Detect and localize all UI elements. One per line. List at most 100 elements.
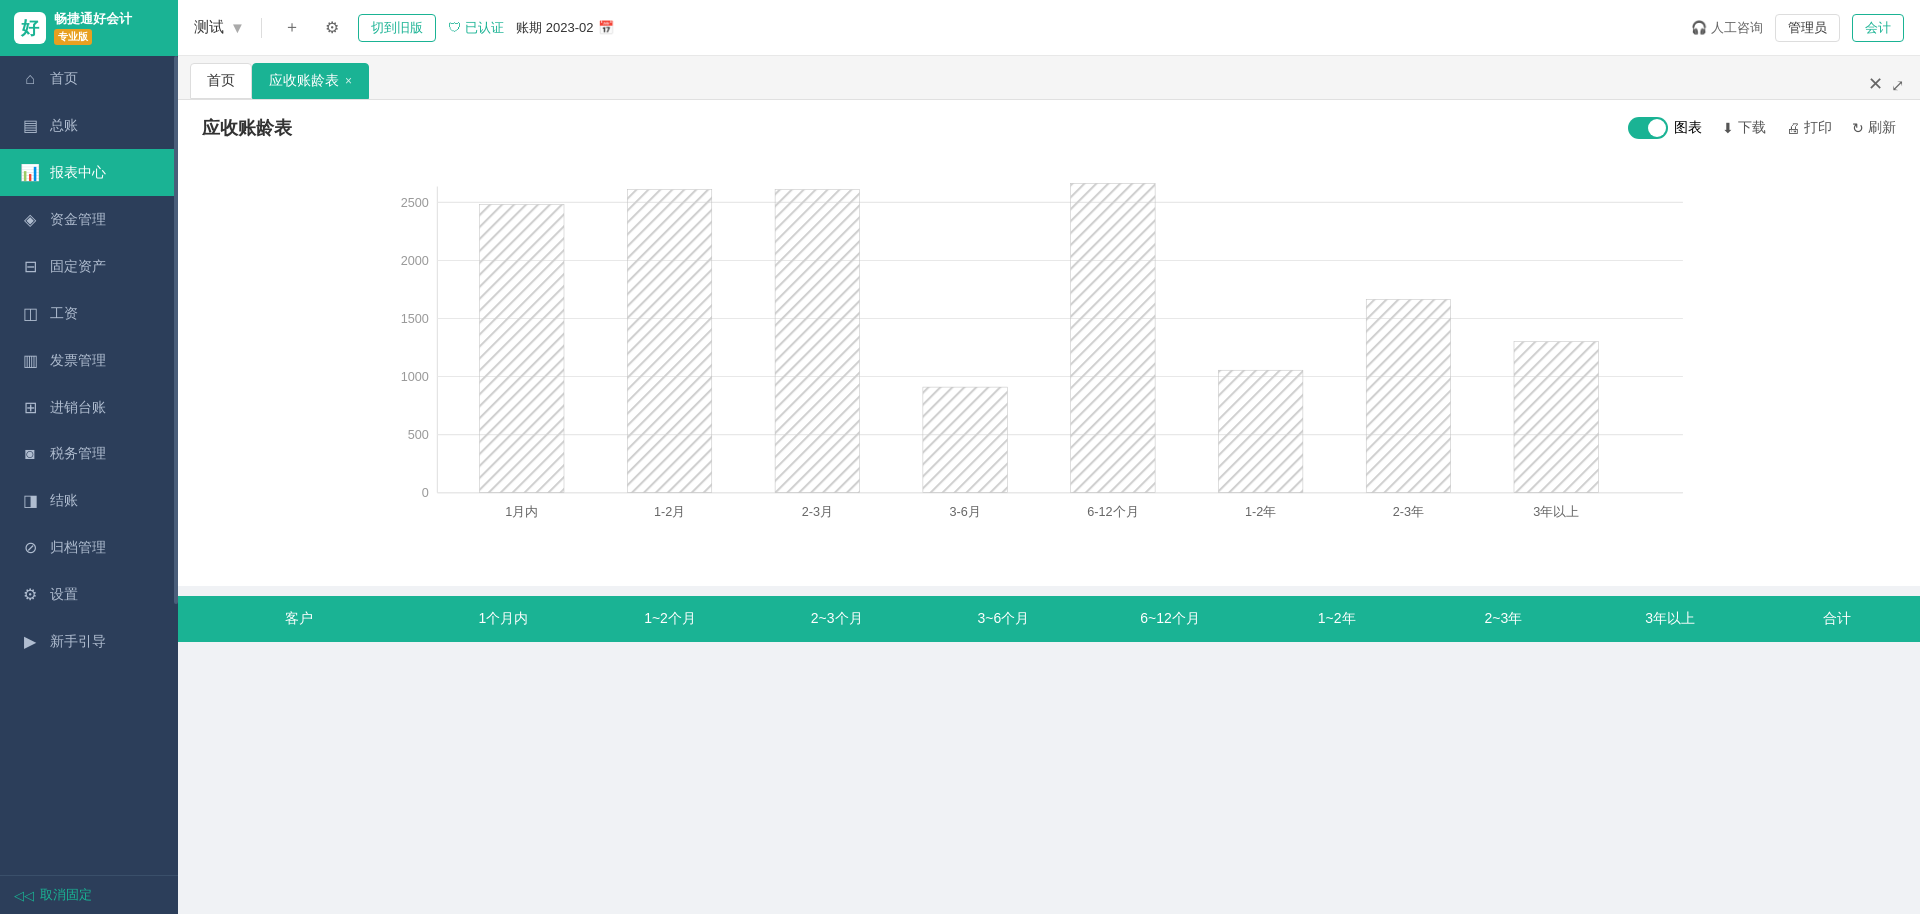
sidebar-item-label-guide: 新手引导 (50, 633, 106, 651)
sidebar-item-label-ledger: 总账 (50, 117, 78, 135)
table-header-total: 合计 (1753, 596, 1920, 642)
settings-icon: ⚙ (20, 585, 40, 604)
salary-icon: ◫ (20, 304, 40, 323)
sidebar-item-archive[interactable]: ⊘ 归档管理 (0, 524, 178, 571)
tab-home[interactable]: 首页 (190, 63, 252, 99)
add-button[interactable]: ＋ (278, 14, 306, 42)
funds-icon: ◈ (20, 210, 40, 229)
close-account-icon: ◨ (20, 491, 40, 510)
period-label: 账期 (516, 19, 542, 37)
switch-old-version-button[interactable]: 切到旧版 (358, 14, 436, 42)
certified-label: 已认证 (465, 19, 504, 37)
svg-text:2000: 2000 (401, 254, 429, 268)
table-header-3-6m: 3~6个月 (920, 596, 1087, 642)
sidebar: 好 畅捷通好会计 专业版 ⌂ 首页 ▤ 总账 📊 报表中心 ◈ 资金管理 ⊟ 固… (0, 0, 178, 914)
table-header-1-2m: 1~2个月 (587, 596, 754, 642)
sidebar-item-tax[interactable]: ◙ 税务管理 (0, 431, 178, 477)
period-value: 2023-02 (546, 20, 594, 35)
sidebar-item-salary[interactable]: ◫ 工资 (0, 290, 178, 337)
calendar-icon[interactable]: 📅 (598, 20, 614, 35)
sidebar-item-purchase-sale[interactable]: ⊞ 进销台账 (0, 384, 178, 431)
tab-close-icon[interactable]: × (345, 74, 352, 88)
tax-icon: ◙ (20, 445, 40, 463)
table-header-customer: 客户 (178, 596, 420, 642)
sidebar-item-guide[interactable]: ▶ 新手引导 (0, 618, 178, 665)
svg-rect-14 (480, 205, 564, 493)
sidebar-item-label-reports: 报表中心 (50, 164, 106, 182)
svg-text:1000: 1000 (401, 370, 429, 384)
sidebar-item-assets[interactable]: ⊟ 固定资产 (0, 243, 178, 290)
svg-text:6-12个月: 6-12个月 (1087, 505, 1138, 519)
headset-icon: 🎧 (1691, 20, 1707, 35)
bar-chart: 0 500 1000 1500 2000 2500 1月内 1-2月 2-3月 (188, 176, 1890, 556)
report-title: 应收账龄表 (202, 116, 292, 140)
consult-label: 人工咨询 (1711, 19, 1763, 37)
company-dropdown-icon: ▼ (230, 19, 245, 36)
main-area: 测试 ▼ ＋ ⚙ 切到旧版 🛡 已认证 账期 2023-02 📅 🎧 人工咨询 … (178, 0, 1920, 914)
pin-left-icon: ◁◁ (14, 888, 34, 903)
chart-container: 0 500 1000 1500 2000 2500 1月内 1-2月 2-3月 (178, 156, 1920, 586)
chart-toggle[interactable] (1628, 117, 1668, 139)
download-icon: ⬇ (1722, 120, 1734, 136)
print-button[interactable]: 🖨 打印 (1786, 119, 1832, 137)
company-name: 测试 (194, 18, 224, 37)
cancel-fixed-button[interactable]: ◁◁ 取消固定 (0, 875, 178, 914)
period-display: 账期 2023-02 📅 (516, 19, 614, 37)
sidebar-item-reports[interactable]: 📊 报表中心 (0, 149, 178, 196)
print-label: 打印 (1804, 119, 1832, 137)
sidebar-item-label-close-account: 结账 (50, 492, 78, 510)
svg-rect-24 (1218, 370, 1302, 492)
role-button[interactable]: 会计 (1852, 14, 1904, 42)
svg-text:500: 500 (408, 428, 429, 442)
sidebar-item-settings[interactable]: ⚙ 设置 (0, 571, 178, 618)
chart-toggle-wrapper: 图表 (1628, 117, 1702, 139)
tab-receivable-aging[interactable]: 应收账龄表 × (252, 63, 369, 99)
topbar: 测试 ▼ ＋ ⚙ 切到旧版 🛡 已认证 账期 2023-02 📅 🎧 人工咨询 … (178, 0, 1920, 56)
sidebar-logo: 好 畅捷通好会计 专业版 (0, 0, 178, 56)
refresh-label: 刷新 (1868, 119, 1896, 137)
user-button[interactable]: 管理员 (1775, 14, 1840, 42)
sidebar-item-label-tax: 税务管理 (50, 445, 106, 463)
tab-active-label: 应收账龄表 (269, 72, 339, 90)
sidebar-item-home[interactable]: ⌂ 首页 (0, 56, 178, 102)
settings-gear-button[interactable]: ⚙ (318, 14, 346, 42)
refresh-button[interactable]: ↻ 刷新 (1852, 119, 1896, 137)
table-header-1-2y: 1~2年 (1253, 596, 1420, 642)
sidebar-scroll: ⌂ 首页 ▤ 总账 📊 报表中心 ◈ 资金管理 ⊟ 固定资产 ◫ 工资 ▥ 发票… (0, 56, 178, 875)
svg-rect-28 (1514, 342, 1598, 493)
table-container: 客户 1个月内 1~2个月 2~3个月 3~6个月 6~12个月 1~2年 2~… (178, 596, 1920, 642)
sidebar-item-label-salary: 工资 (50, 305, 78, 323)
consult-button[interactable]: 🎧 人工咨询 (1691, 19, 1763, 37)
sidebar-item-label-home: 首页 (50, 70, 78, 88)
svg-text:3年以上: 3年以上 (1533, 505, 1579, 519)
topbar-divider-1 (261, 18, 262, 38)
app-edition: 专业版 (54, 29, 92, 45)
table-header-3y-plus: 3年以上 (1587, 596, 1754, 642)
sidebar-item-invoice[interactable]: ▥ 发票管理 (0, 337, 178, 384)
refresh-icon: ↻ (1852, 120, 1864, 136)
svg-text:2-3年: 2-3年 (1393, 505, 1424, 519)
sidebar-item-label-invoice: 发票管理 (50, 352, 106, 370)
svg-text:1月内: 1月内 (505, 505, 538, 519)
download-button[interactable]: ⬇ 下载 (1722, 119, 1766, 137)
page-content: 应收账龄表 图表 ⬇ 下载 🖨 打印 ↻ (178, 100, 1920, 914)
topbar-right: 🎧 人工咨询 管理员 会计 (1691, 14, 1904, 42)
reports-icon: 📊 (20, 163, 40, 182)
svg-text:3-6月: 3-6月 (949, 505, 980, 519)
shield-icon: 🛡 (448, 20, 461, 35)
table-header-2-3y: 2~3年 (1420, 596, 1587, 642)
company-selector[interactable]: 测试 ▼ (194, 18, 245, 37)
tab-close-button[interactable]: ✕ (1864, 69, 1887, 99)
sidebar-item-funds[interactable]: ◈ 资金管理 (0, 196, 178, 243)
purchase-sale-icon: ⊞ (20, 398, 40, 417)
sidebar-item-close-account[interactable]: ◨ 结账 (0, 477, 178, 524)
download-label: 下载 (1738, 119, 1766, 137)
report-area: 应收账龄表 图表 ⬇ 下载 🖨 打印 ↻ (178, 100, 1920, 914)
sidebar-item-ledger[interactable]: ▤ 总账 (0, 102, 178, 149)
report-actions: 图表 ⬇ 下载 🖨 打印 ↻ 刷新 (1628, 117, 1896, 139)
certified-badge: 🛡 已认证 (448, 19, 504, 37)
sidebar-item-label-funds: 资金管理 (50, 211, 106, 229)
home-icon: ⌂ (20, 70, 40, 88)
tab-expand-button[interactable]: ⤢ (1887, 72, 1908, 99)
svg-rect-16 (627, 190, 711, 493)
